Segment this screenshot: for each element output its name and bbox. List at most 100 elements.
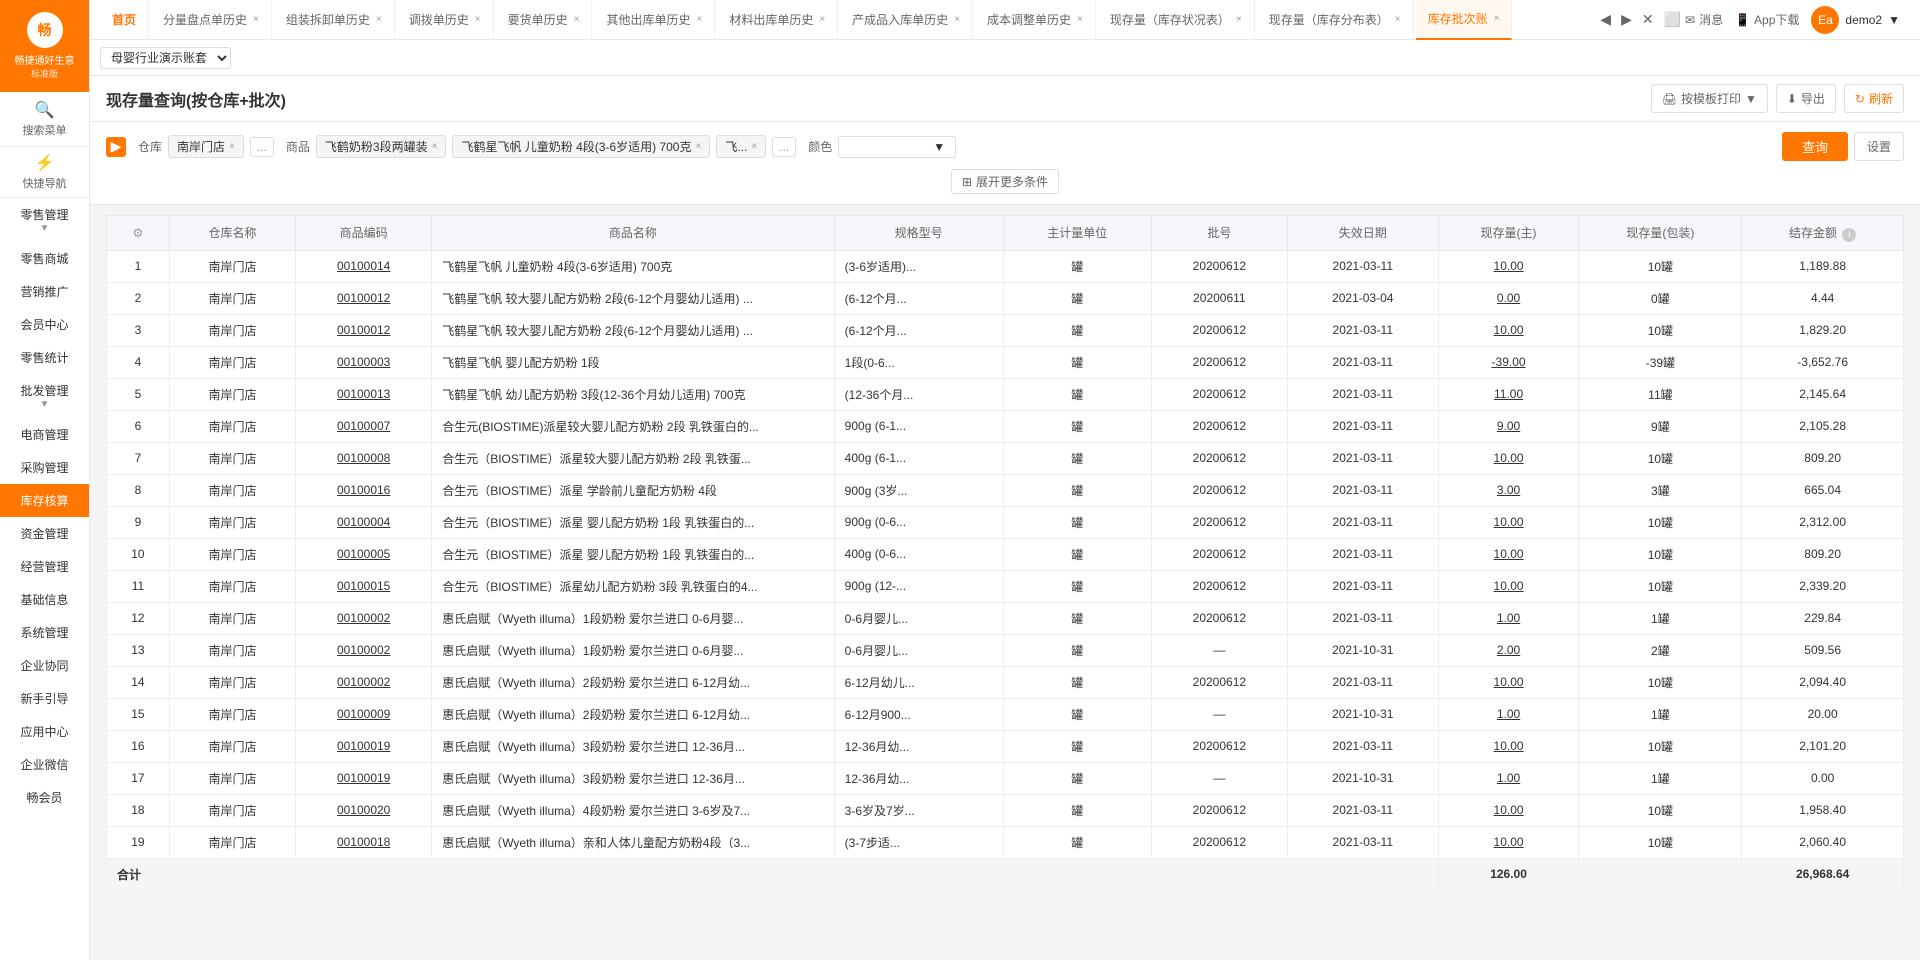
sidebar-item-system[interactable]: 系统管理 bbox=[0, 616, 90, 649]
export-button[interactable]: ⬇ 导出 bbox=[1776, 84, 1836, 113]
cell-qty-main[interactable]: 2.00 bbox=[1438, 634, 1579, 666]
close-icon[interactable]: × bbox=[1494, 13, 1500, 24]
sidebar-item-retail-mgmt[interactable]: 零售管理 ▼ bbox=[0, 198, 90, 242]
tab-inventory-count[interactable]: 分量盘点单历史 × bbox=[151, 0, 272, 40]
close-icon[interactable]: × bbox=[1077, 14, 1083, 25]
cell-code[interactable]: 00100019 bbox=[296, 762, 432, 794]
product-filter-more[interactable]: ... bbox=[772, 137, 796, 157]
tab-assembly[interactable]: 组装拆卸单历史 × bbox=[274, 0, 395, 40]
product-filter-tag-3[interactable]: 飞... × bbox=[716, 135, 766, 158]
warehouse-filter-tag[interactable]: 南岸门店 × bbox=[168, 135, 244, 158]
color-filter-dropdown[interactable]: ▼ bbox=[838, 136, 956, 158]
sidebar-item-finance[interactable]: 资金管理 bbox=[0, 517, 90, 550]
product-tag-2-remove[interactable]: × bbox=[695, 141, 701, 152]
next-tab-icon[interactable]: ▶ bbox=[1617, 9, 1636, 30]
close-icon[interactable]: × bbox=[253, 14, 259, 25]
cell-qty-main[interactable]: 0.00 bbox=[1438, 282, 1579, 314]
sidebar-item-enterprise[interactable]: 企业协同 bbox=[0, 649, 90, 682]
cell-qty-main[interactable]: 10.00 bbox=[1438, 538, 1579, 570]
sidebar-item-member[interactable]: 会员中心 bbox=[0, 308, 90, 341]
cell-code[interactable]: 00100014 bbox=[296, 250, 432, 282]
product-filter-tag-2[interactable]: 飞鹤星飞帆 儿童奶粉 4段(3-6岁适用) 700克 × bbox=[452, 135, 710, 158]
tab-home[interactable]: 首页 bbox=[100, 0, 149, 40]
close-icon[interactable]: × bbox=[1395, 14, 1401, 25]
cell-code[interactable]: 00100007 bbox=[296, 410, 432, 442]
app-download-btn[interactable]: 📱 App下载 bbox=[1735, 11, 1799, 28]
sidebar-logo[interactable]: 畅 畅捷通好生意 标准版 bbox=[0, 0, 90, 92]
setting-button[interactable]: 设置 bbox=[1854, 132, 1904, 161]
close-icon[interactable]: × bbox=[376, 14, 382, 25]
cell-qty-main[interactable]: 10.00 bbox=[1438, 794, 1579, 826]
cell-qty-main[interactable]: 10.00 bbox=[1438, 666, 1579, 698]
sidebar-item-guide[interactable]: 新手引导 bbox=[0, 682, 90, 715]
product-tag-1-remove[interactable]: × bbox=[432, 141, 438, 152]
sidebar-item-wechat[interactable]: 企业微信 bbox=[0, 748, 90, 781]
sidebar-item-basic[interactable]: 基础信息 bbox=[0, 583, 90, 616]
cell-code[interactable]: 00100004 bbox=[296, 506, 432, 538]
cell-qty-main[interactable]: 1.00 bbox=[1438, 762, 1579, 794]
cell-qty-main[interactable]: 10.00 bbox=[1438, 314, 1579, 346]
cell-code[interactable]: 00100016 bbox=[296, 474, 432, 506]
warehouse-tag-remove[interactable]: × bbox=[229, 141, 235, 152]
tab-batch-account[interactable]: 库存批次账 × bbox=[1416, 0, 1513, 40]
cell-qty-main[interactable]: 10.00 bbox=[1438, 826, 1579, 858]
cell-qty-main[interactable]: 10.00 bbox=[1438, 730, 1579, 762]
close-icon[interactable]: × bbox=[819, 14, 825, 25]
cell-code[interactable]: 00100002 bbox=[296, 666, 432, 698]
cell-qty-main[interactable]: 11.00 bbox=[1438, 378, 1579, 410]
amount-info-icon[interactable]: i bbox=[1842, 228, 1856, 242]
tab-order[interactable]: 要货单历史 × bbox=[496, 0, 593, 40]
cell-code[interactable]: 00100003 bbox=[296, 346, 432, 378]
th-gear[interactable]: ⚙ bbox=[107, 216, 170, 251]
cell-code[interactable]: 00100019 bbox=[296, 730, 432, 762]
warehouse-filter-more[interactable]: ... bbox=[250, 137, 274, 157]
close-icon[interactable]: × bbox=[1236, 14, 1242, 25]
cell-code[interactable]: 00100012 bbox=[296, 282, 432, 314]
cell-code[interactable]: 00100013 bbox=[296, 378, 432, 410]
sidebar-item-member2[interactable]: 畅会员 bbox=[0, 781, 90, 814]
cell-code[interactable]: 00100018 bbox=[296, 826, 432, 858]
tab-transfer[interactable]: 调拨单历史 × bbox=[397, 0, 494, 40]
sidebar-item-operations[interactable]: 经营管理 bbox=[0, 550, 90, 583]
query-button[interactable]: 查询 bbox=[1782, 132, 1848, 161]
product-tag-3-remove[interactable]: × bbox=[751, 141, 757, 152]
tab-product-in[interactable]: 产成品入库单历史 × bbox=[840, 0, 973, 40]
tab-other-out[interactable]: 其他出库单历史 × bbox=[594, 0, 715, 40]
sidebar-item-retail-stats[interactable]: 零售统计 bbox=[0, 341, 90, 374]
cell-qty-main[interactable]: 10.00 bbox=[1438, 250, 1579, 282]
cell-code[interactable]: 00100005 bbox=[296, 538, 432, 570]
message-btn[interactable]: ✉ 消息 bbox=[1685, 11, 1723, 28]
sidebar-item-purchase[interactable]: 采购管理 bbox=[0, 451, 90, 484]
cell-code[interactable]: 00100012 bbox=[296, 314, 432, 346]
cell-code[interactable]: 00100009 bbox=[296, 698, 432, 730]
warehouse-selector-dropdown[interactable]: 母婴行业演示账套 bbox=[100, 47, 231, 69]
sidebar-item-marketing[interactable]: 营销推广 bbox=[0, 275, 90, 308]
close-tab-icon[interactable]: ✕ bbox=[1638, 9, 1658, 30]
cell-code[interactable]: 00100020 bbox=[296, 794, 432, 826]
tab-cost-adjust[interactable]: 成本调整单历史 × bbox=[975, 0, 1096, 40]
tab-stock-status[interactable]: 现存量（库存状况表） × bbox=[1098, 0, 1255, 40]
cell-qty-main[interactable]: 9.00 bbox=[1438, 410, 1579, 442]
cell-code[interactable]: 00100015 bbox=[296, 570, 432, 602]
close-icon[interactable]: × bbox=[696, 14, 702, 25]
sidebar-item-warehouse[interactable]: 库存核算 bbox=[0, 484, 90, 517]
tab-material-out[interactable]: 材料出库单历史 × bbox=[717, 0, 838, 40]
cell-qty-main[interactable]: 10.00 bbox=[1438, 442, 1579, 474]
sidebar-item-wholesale[interactable]: 批发管理 ▼ bbox=[0, 374, 90, 418]
maximize-icon[interactable]: ⬜ bbox=[1660, 9, 1685, 30]
close-icon[interactable]: × bbox=[574, 14, 580, 25]
template-print-button[interactable]: 🖨 按模板打印 ▼ bbox=[1651, 84, 1768, 113]
cell-code[interactable]: 00100002 bbox=[296, 634, 432, 666]
close-icon[interactable]: × bbox=[475, 14, 481, 25]
sidebar-search-menu[interactable]: 🔍 搜索菜单 bbox=[0, 92, 90, 147]
sidebar-item-appcenter[interactable]: 应用中心 bbox=[0, 715, 90, 748]
cell-qty-main[interactable]: 1.00 bbox=[1438, 602, 1579, 634]
product-filter-tag-1[interactable]: 飞鹤奶粉3段两罐装 × bbox=[316, 135, 447, 158]
cell-code[interactable]: 00100008 bbox=[296, 442, 432, 474]
refresh-button[interactable]: ↻ 刷新 bbox=[1844, 84, 1904, 113]
cell-qty-main[interactable]: 10.00 bbox=[1438, 570, 1579, 602]
cell-qty-main[interactable]: -39.00 bbox=[1438, 346, 1579, 378]
sidebar-item-retail-shop[interactable]: 零售商城 bbox=[0, 242, 90, 275]
cell-code[interactable]: 00100002 bbox=[296, 602, 432, 634]
prev-tab-icon[interactable]: ◀ bbox=[1596, 9, 1615, 30]
